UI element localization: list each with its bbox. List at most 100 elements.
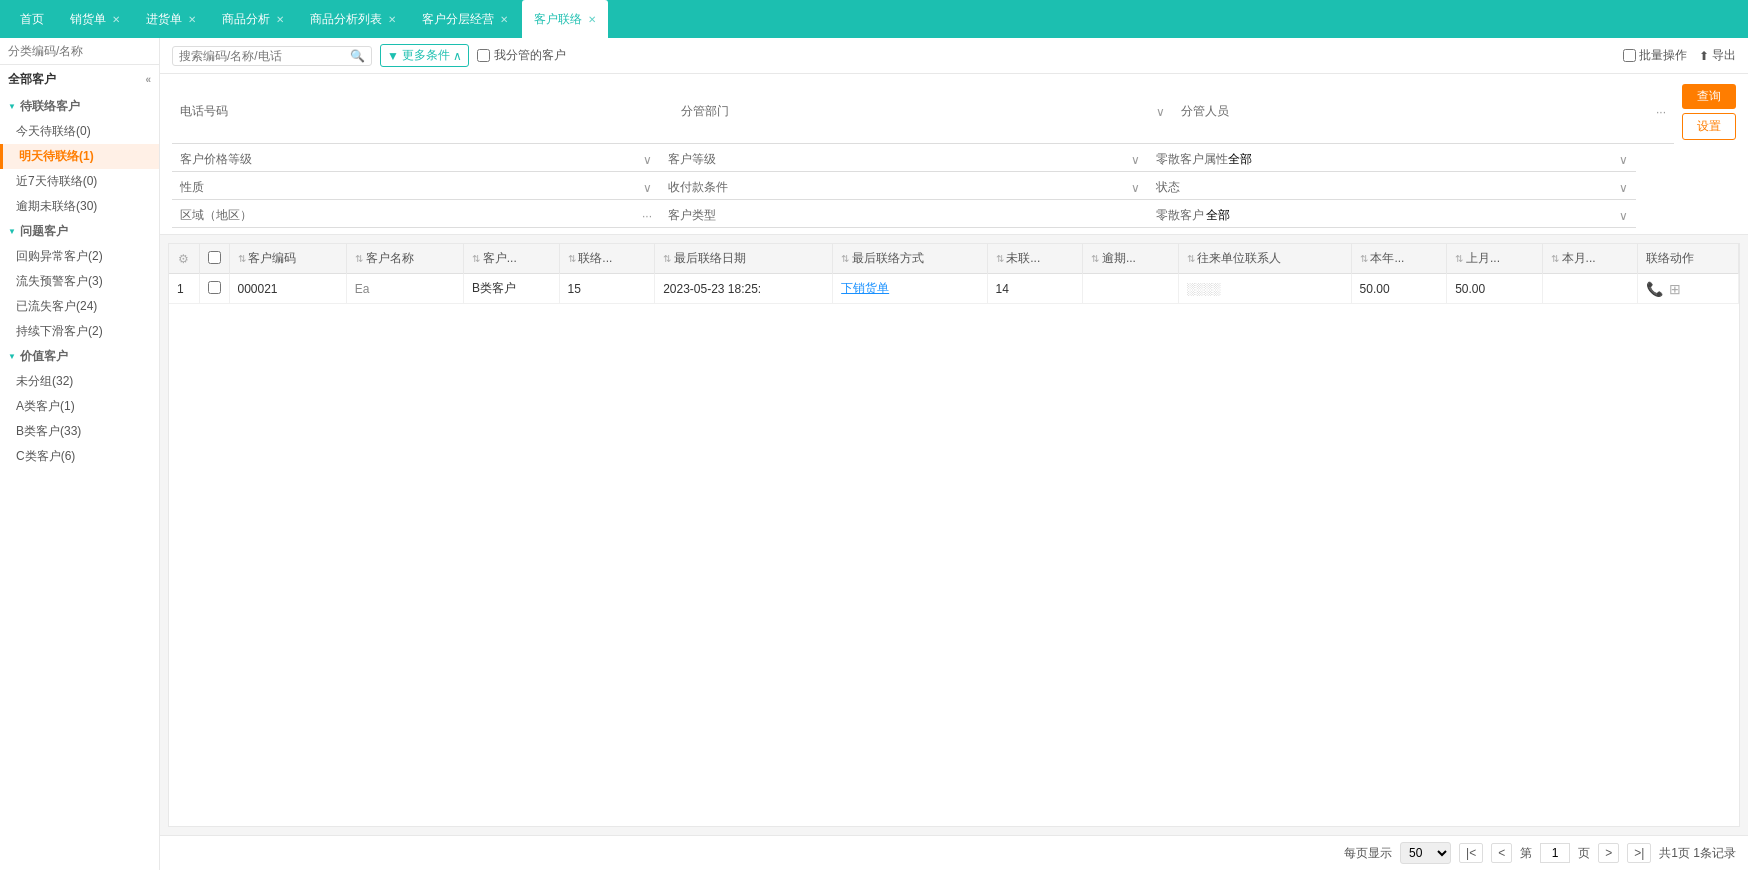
col-contact-person[interactable]: 往来单位联系人: [1178, 244, 1351, 274]
sidebar-item-ungrouped[interactable]: 未分组(32): [0, 369, 159, 394]
nav-product-list-close[interactable]: ✕: [388, 14, 396, 25]
export-button[interactable]: ⬆ 导出: [1699, 47, 1736, 64]
sidebar-group-problem-label: 问题客户: [20, 223, 68, 240]
filter-region-ellipsis[interactable]: ···: [642, 209, 652, 223]
sidebar-item-repurchase[interactable]: 回购异常客户(2): [0, 244, 159, 269]
filter-phone-label: 电话号码: [180, 103, 240, 120]
page-label: 第: [1520, 845, 1532, 862]
filter-retail-attr-label: 零散客户属性: [1156, 151, 1228, 168]
col-actions: 联络动作: [1638, 244, 1739, 274]
sidebar-item-c-class[interactable]: C类客户(6): [0, 444, 159, 469]
col-customer-name[interactable]: 客户名称: [346, 244, 463, 274]
col-this-year[interactable]: 本年...: [1351, 244, 1447, 274]
nav-product-analysis-label: 商品分析: [222, 11, 270, 28]
sidebar-all-customers[interactable]: 全部客户 «: [0, 65, 159, 94]
settings-col-header[interactable]: ⚙: [169, 244, 199, 274]
filter-status-arrow[interactable]: ∨: [1619, 181, 1628, 195]
batch-op-label: 批量操作: [1639, 47, 1687, 64]
sidebar-item-tomorrow[interactable]: 明天待联络(1): [0, 144, 159, 169]
query-button[interactable]: 查询: [1682, 84, 1736, 109]
sidebar-item-b-class[interactable]: B类客户(33): [0, 419, 159, 444]
filter-manager-ellipsis[interactable]: ···: [1656, 105, 1666, 119]
sidebar-item-churn-warning[interactable]: 流失预警客户(3): [0, 269, 159, 294]
batch-op-check[interactable]: [1623, 49, 1636, 62]
action-phone-icon[interactable]: 📞: [1646, 281, 1663, 297]
nav-sales[interactable]: 销货单 ✕: [58, 0, 132, 38]
sidebar-item-a-class[interactable]: A类客户(1): [0, 394, 159, 419]
filter-panel: 电话号码 分管部门 ∨ 分管人员 ··· 查询 设置: [160, 74, 1748, 235]
filter-retail-attr-arrow[interactable]: ∨: [1619, 153, 1628, 167]
col-uncontacted[interactable]: 未联...: [987, 244, 1083, 274]
last-contact-link[interactable]: 下销货单: [841, 281, 889, 295]
sidebar-all-customers-label: 全部客户: [8, 71, 56, 88]
batch-op-button[interactable]: 批量操作: [1623, 47, 1687, 64]
search-input[interactable]: [179, 49, 346, 63]
settings-button[interactable]: 设置: [1682, 113, 1736, 140]
filter-customer-grade-label: 客户等级: [668, 151, 728, 168]
nav-customer-tier[interactable]: 客户分层经营 ✕: [410, 0, 520, 38]
nav-product-analysis-close[interactable]: ✕: [276, 14, 284, 25]
sidebar-item-7days[interactable]: 近7天待联络(0): [0, 169, 159, 194]
more-filter-button[interactable]: ▼ 更多条件 ∧: [380, 44, 469, 67]
checkbox-col-header[interactable]: [199, 244, 229, 274]
nav-customer-tier-close[interactable]: ✕: [500, 14, 508, 25]
customer-table: ⚙ 客户编码 客户名称 客户... 联络... 最后联络日期 最后联络方式 未联…: [169, 244, 1739, 304]
sidebar-search-box[interactable]: 🔍: [0, 38, 159, 65]
sidebar-item-today[interactable]: 今天待联络(0): [0, 119, 159, 144]
page-number-input[interactable]: [1540, 843, 1570, 863]
filter-retail-label: 零散客户: [1156, 207, 1206, 224]
nav-home[interactable]: 首页: [8, 0, 56, 38]
action-grid-icon[interactable]: ⊞: [1669, 281, 1681, 297]
filter-customer-grade-arrow[interactable]: ∨: [1131, 153, 1140, 167]
prev-page-button[interactable]: <: [1491, 843, 1512, 863]
filter-retail-arrow[interactable]: ∨: [1619, 209, 1628, 223]
filter-payment-arrow[interactable]: ∨: [1131, 181, 1140, 195]
total-records: 共1页 1条记录: [1659, 845, 1736, 862]
filter-phone-input[interactable]: [240, 105, 665, 119]
nav-purchase-close[interactable]: ✕: [188, 14, 196, 25]
nav-product-analysis[interactable]: 商品分析 ✕: [210, 0, 296, 38]
nav-home-label: 首页: [20, 11, 44, 28]
last-page-button[interactable]: >|: [1627, 843, 1651, 863]
col-customer-type[interactable]: 客户...: [463, 244, 559, 274]
sidebar-search-input[interactable]: [8, 44, 158, 58]
row-last-contact-method[interactable]: 下销货单: [833, 274, 987, 304]
search-icon[interactable]: 🔍: [350, 49, 365, 63]
next-page-button[interactable]: >: [1598, 843, 1619, 863]
first-page-button[interactable]: |<: [1459, 843, 1483, 863]
col-contact-count[interactable]: 联络...: [559, 244, 655, 274]
sidebar-collapse-icon: «: [145, 74, 151, 85]
sidebar-item-declining[interactable]: 持续下滑客户(2): [0, 319, 159, 344]
col-this-month[interactable]: 本月...: [1542, 244, 1638, 274]
top-nav: 首页 销货单 ✕ 进货单 ✕ 商品分析 ✕ 商品分析列表 ✕ 客户分层经营 ✕ …: [0, 0, 1748, 38]
row-name: Ea: [346, 274, 463, 304]
search-box[interactable]: 🔍: [172, 46, 372, 66]
nav-product-list[interactable]: 商品分析列表 ✕: [298, 0, 408, 38]
filter-dept-arrow[interactable]: ∨: [1156, 105, 1165, 119]
filter-price-grade-arrow[interactable]: ∨: [643, 153, 652, 167]
filter-nature-arrow[interactable]: ∨: [643, 181, 652, 195]
nav-customer-contact-close[interactable]: ✕: [588, 14, 596, 25]
toolbar: 🔍 ▼ 更多条件 ∧ 我分管的客户 批量操作 ⬆ 导出: [160, 38, 1748, 74]
col-last-month[interactable]: 上月...: [1447, 244, 1543, 274]
select-all-checkbox[interactable]: [208, 251, 221, 264]
row-checkbox[interactable]: [199, 274, 229, 304]
per-page-select[interactable]: 50 100: [1400, 842, 1451, 864]
nav-customer-contact[interactable]: 客户联络 ✕: [522, 0, 608, 38]
col-customer-code[interactable]: 客户编码: [229, 244, 346, 274]
my-customers-label: 我分管的客户: [494, 47, 566, 64]
col-last-contact-date[interactable]: 最后联络日期: [655, 244, 833, 274]
filter-icon: ▼: [387, 49, 399, 63]
sidebar: 🔍 全部客户 « 待联络客户 今天待联络(0) 明天待联络(1) 近7天待联络(…: [0, 38, 160, 870]
nav-purchase[interactable]: 进货单 ✕: [134, 0, 208, 38]
col-last-contact-method[interactable]: 最后联络方式: [833, 244, 987, 274]
nav-sales-close[interactable]: ✕: [112, 14, 120, 25]
my-customers-checkbox[interactable]: 我分管的客户: [477, 47, 566, 64]
my-customers-check[interactable]: [477, 49, 490, 62]
page-suffix: 页: [1578, 845, 1590, 862]
filter-chevron: ∧: [453, 49, 462, 63]
col-overdue[interactable]: 逾期...: [1083, 244, 1179, 274]
row-last-contact-date: 2023-05-23 18:25:: [655, 274, 833, 304]
sidebar-item-churned[interactable]: 已流失客户(24): [0, 294, 159, 319]
sidebar-item-overdue[interactable]: 逾期未联络(30): [0, 194, 159, 219]
